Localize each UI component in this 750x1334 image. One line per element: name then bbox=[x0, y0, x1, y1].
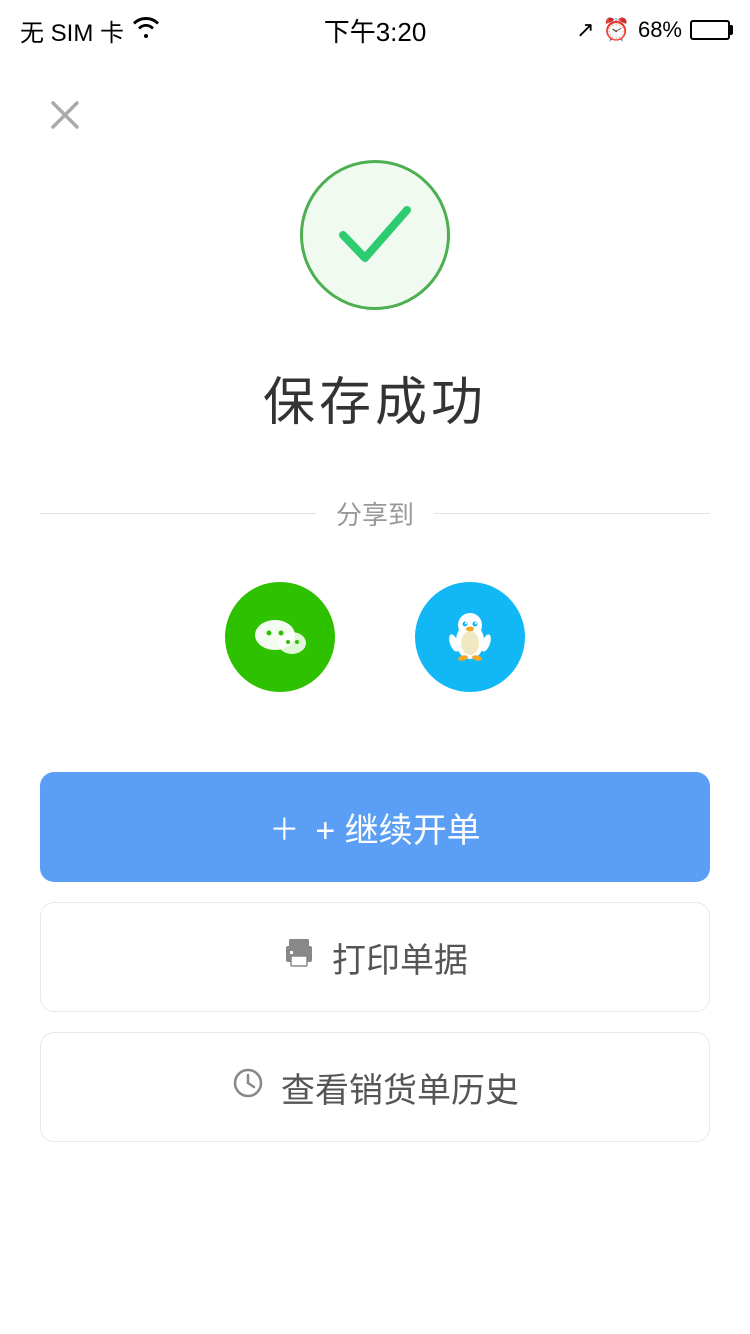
location-icon: ↗ bbox=[576, 17, 594, 43]
status-left: 无 SIM 卡 bbox=[20, 13, 160, 48]
share-qq-button[interactable] bbox=[415, 582, 525, 692]
share-line-left bbox=[40, 513, 316, 514]
carrier-label: 无 SIM 卡 bbox=[20, 13, 124, 48]
continue-button[interactable]: ＋ + 继续开单 bbox=[40, 772, 710, 882]
history-label: 查看销货单历史 bbox=[281, 1063, 519, 1112]
close-button[interactable] bbox=[40, 90, 90, 140]
action-buttons: ＋ + 继续开单 打印单据 bbox=[0, 772, 750, 1142]
clock-icon bbox=[231, 1066, 265, 1108]
battery-percent: 68% bbox=[638, 17, 682, 43]
plus-icon: ＋ bbox=[269, 805, 299, 849]
battery-bar bbox=[690, 20, 730, 40]
printer-icon bbox=[282, 936, 316, 978]
share-wechat-button[interactable] bbox=[225, 582, 335, 692]
main-content: 保存成功 分享到 bbox=[0, 60, 750, 1334]
checkmark-icon bbox=[335, 200, 415, 270]
history-button[interactable]: 查看销货单历史 bbox=[40, 1032, 710, 1142]
time-display: 下午3:20 bbox=[324, 12, 427, 49]
status-right: ↗ ⏰ 68% bbox=[576, 17, 730, 43]
share-divider: 分享到 bbox=[0, 495, 750, 532]
success-section: 保存成功 分享到 bbox=[0, 60, 750, 1142]
success-circle bbox=[300, 160, 450, 310]
alarm-icon: ⏰ bbox=[603, 17, 630, 43]
status-bar: 无 SIM 卡 下午3:20 ↗ ⏰ 68% bbox=[0, 0, 750, 60]
print-button[interactable]: 打印单据 bbox=[40, 902, 710, 1012]
share-label: 分享到 bbox=[316, 495, 434, 532]
continue-label: + 继续开单 bbox=[315, 803, 480, 852]
share-icons bbox=[225, 582, 525, 692]
wifi-icon bbox=[132, 16, 160, 45]
print-label: 打印单据 bbox=[332, 933, 468, 982]
share-line-right bbox=[434, 513, 710, 514]
success-title: 保存成功 bbox=[263, 360, 487, 435]
